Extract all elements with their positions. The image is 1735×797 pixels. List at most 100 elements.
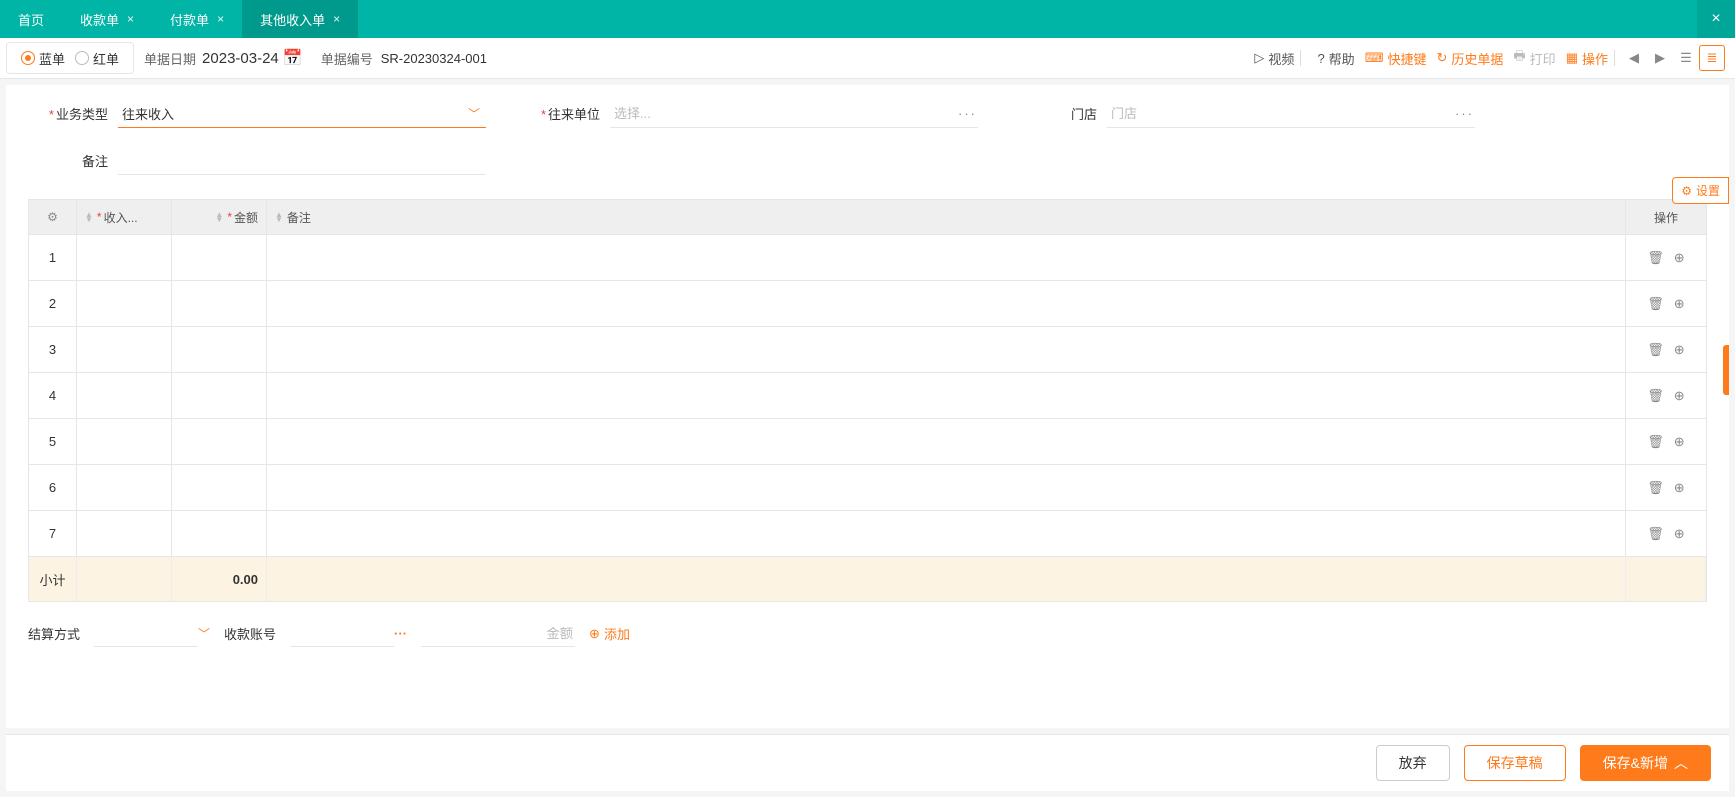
delete-row-icon[interactable]: 🗑	[1647, 250, 1664, 266]
cell-amount[interactable]	[172, 373, 267, 418]
tab-home[interactable]: 首页	[0, 0, 62, 38]
add-row-icon[interactable]: ⊕	[1674, 480, 1685, 496]
chevron-down-icon[interactable]: ﹀	[198, 625, 210, 642]
close-icon[interactable]: ×	[217, 12, 224, 26]
save-new-button[interactable]: 保存&新增︿	[1580, 745, 1711, 781]
table-row[interactable]: 1 🗑 ⊕	[29, 235, 1706, 281]
settle-method-label: 结算方式	[28, 624, 80, 643]
tab-receipt[interactable]: 收款单×	[62, 0, 152, 38]
row-index: 1	[29, 235, 77, 280]
row-index: 3	[29, 327, 77, 372]
add-row-icon[interactable]: ⊕	[1674, 296, 1685, 312]
tab-payment[interactable]: 付款单×	[152, 0, 242, 38]
close-icon[interactable]: ×	[127, 12, 134, 26]
cell-remark[interactable]	[267, 511, 1626, 556]
gear-icon[interactable]: ⚙	[47, 210, 58, 224]
table-row[interactable]: 4 🗑 ⊕	[29, 373, 1706, 419]
cell-remark[interactable]	[267, 281, 1626, 326]
add-row-icon[interactable]: ⊕	[1674, 526, 1685, 542]
delete-row-icon[interactable]: 🗑	[1647, 434, 1664, 450]
cell-income[interactable]	[77, 327, 172, 372]
help-icon: ?	[1317, 51, 1324, 66]
biz-type-input[interactable]	[118, 99, 486, 128]
keyboard-icon: ⌨	[1365, 50, 1384, 66]
store-input[interactable]	[1107, 99, 1475, 128]
radio-blue[interactable]: 蓝单	[17, 49, 69, 68]
cell-income[interactable]	[77, 235, 172, 280]
more-icon[interactable]: ···	[1455, 106, 1474, 121]
more-icon[interactable]: ···	[394, 626, 407, 641]
cell-amount[interactable]	[172, 281, 267, 326]
operate-link[interactable]: ▦操作	[1566, 49, 1608, 68]
cell-amount[interactable]	[172, 465, 267, 510]
cell-remark[interactable]	[267, 465, 1626, 510]
add-row-icon[interactable]: ⊕	[1674, 342, 1685, 358]
cell-income[interactable]	[77, 465, 172, 510]
row-index: 4	[29, 373, 77, 418]
layout-compact-icon[interactable]: ☰	[1673, 45, 1699, 71]
sort-icon[interactable]: ▲▼	[215, 212, 223, 222]
cell-income[interactable]	[77, 373, 172, 418]
table-row[interactable]: 7🗑⊕	[29, 511, 1706, 557]
radio-red[interactable]: 红单	[71, 49, 123, 68]
save-draft-button[interactable]: 保存草稿	[1464, 745, 1566, 781]
delete-row-icon[interactable]: 🗑	[1647, 388, 1664, 404]
more-icon[interactable]: ···	[958, 106, 977, 121]
cell-income[interactable]	[77, 511, 172, 556]
delete-row-icon[interactable]: 🗑	[1647, 526, 1664, 542]
video-link[interactable]: ▷视频	[1254, 49, 1294, 68]
layout-list-icon[interactable]: ≣	[1699, 45, 1725, 71]
delete-row-icon[interactable]: 🗑	[1647, 480, 1664, 496]
play-icon: ▷	[1254, 50, 1264, 66]
cell-amount[interactable]	[172, 235, 267, 280]
settle-account-input[interactable]	[290, 620, 394, 647]
cell-remark[interactable]	[267, 327, 1626, 372]
settlement-row: 结算方式 ﹀ 收款账号 ··· ⊕添加	[6, 602, 1729, 665]
footer: 放弃 保存草稿 保存&新增︿	[6, 734, 1729, 791]
settle-account-label: 收款账号	[224, 624, 276, 643]
table-row[interactable]: 6🗑⊕	[29, 465, 1706, 511]
history-link[interactable]: ↻历史单据	[1436, 49, 1503, 68]
table-row[interactable]: 5🗑⊕	[29, 419, 1706, 465]
nav-next-icon[interactable]: ▶	[1647, 45, 1673, 71]
toolbar: 蓝单 红单 单据日期 2023-03-24 📅 单据编号 SR-20230324…	[0, 38, 1735, 79]
delete-row-icon[interactable]: 🗑	[1647, 296, 1664, 312]
cell-income[interactable]	[77, 419, 172, 464]
settle-amount-input[interactable]	[421, 620, 575, 647]
cell-income[interactable]	[77, 281, 172, 326]
sort-icon[interactable]: ▲▼	[85, 212, 93, 222]
date-label: 单据日期	[144, 49, 196, 68]
cell-remark[interactable]	[267, 235, 1626, 280]
add-row-icon[interactable]: ⊕	[1674, 388, 1685, 404]
col-amount: 金额	[234, 209, 258, 226]
discard-button[interactable]: 放弃	[1376, 745, 1450, 781]
party-input[interactable]	[610, 99, 978, 128]
items-table: ⚙ ▲▼*收入... ▲▼*金额 ▲▼备注 操作 1🗑⊕2🗑⊕3🗑⊕4🗑⊕5🗑⊕…	[28, 199, 1707, 602]
sort-icon[interactable]: ▲▼	[275, 212, 283, 222]
tab-other-income[interactable]: 其他收入单×	[242, 0, 358, 38]
remark-input[interactable]	[118, 146, 486, 175]
close-icon[interactable]: ×	[333, 12, 340, 26]
content-card: ⚙设置 *业务类型 ﹀ *往来单位 ··· 门店 ···	[6, 85, 1729, 728]
delete-row-icon[interactable]: 🗑	[1647, 342, 1664, 358]
shortcut-link[interactable]: ⌨快捷键	[1365, 49, 1427, 68]
close-all-icon[interactable]: ×	[1697, 0, 1735, 38]
add-settlement[interactable]: ⊕添加	[589, 624, 630, 643]
settle-method-input[interactable]	[94, 620, 198, 647]
help-link[interactable]: ?帮助	[1317, 49, 1354, 68]
cell-remark[interactable]	[267, 419, 1626, 464]
table-row[interactable]: 2🗑⊕	[29, 281, 1706, 327]
add-row-icon[interactable]: ⊕	[1674, 434, 1685, 450]
calendar-icon[interactable]: 📅	[283, 48, 303, 68]
cell-amount[interactable]	[172, 419, 267, 464]
cell-remark[interactable]	[267, 373, 1626, 418]
add-row-icon[interactable]: ⊕	[1674, 250, 1685, 266]
cell-amount[interactable]	[172, 511, 267, 556]
field-store: 门店 ···	[1017, 99, 1474, 128]
cell-amount[interactable]	[172, 327, 267, 372]
field-party: *往来单位 ···	[520, 99, 977, 128]
nav-prev-icon[interactable]: ◀	[1621, 45, 1647, 71]
chevron-up-icon: ︿	[1674, 753, 1688, 773]
table-row[interactable]: 3 🗑 ⊕	[29, 327, 1706, 373]
date-value[interactable]: 2023-03-24	[202, 50, 279, 67]
